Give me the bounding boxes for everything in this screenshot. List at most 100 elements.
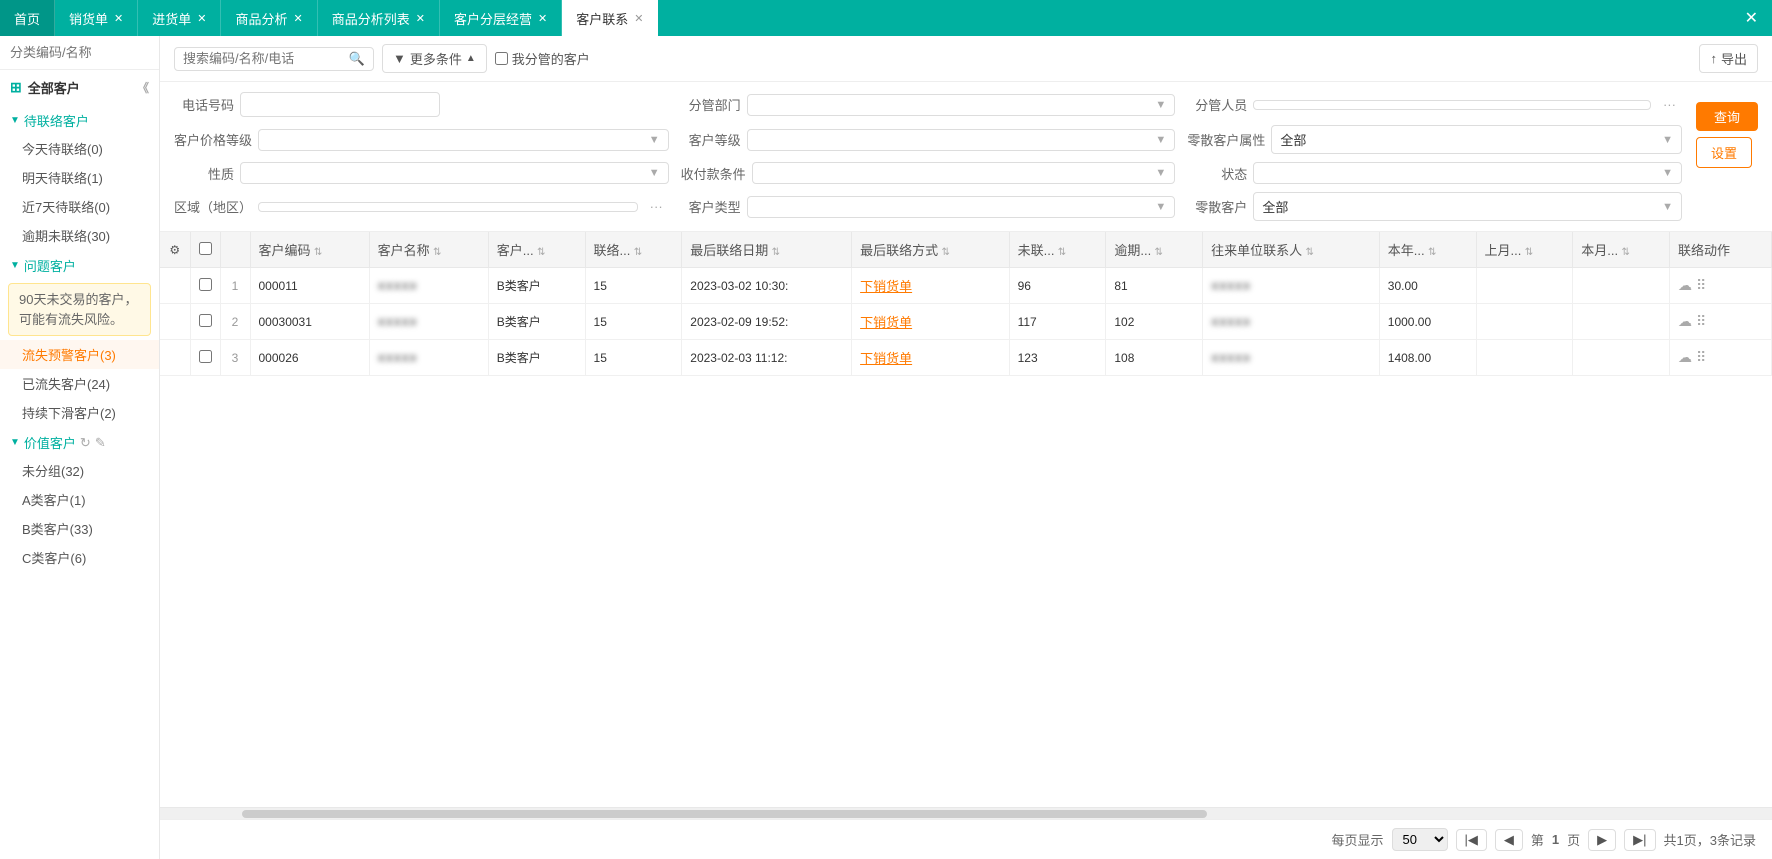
filter-payment: 收付款条件 ▼: [681, 162, 1176, 184]
row-checkbox[interactable]: [199, 350, 212, 363]
contact-action-icon[interactable]: ☁: [1678, 277, 1692, 294]
tab-customer-stratification[interactable]: 客户分层经营 ✕: [440, 0, 562, 36]
prev-page-button[interactable]: ◀: [1495, 829, 1523, 851]
col-header-this-month[interactable]: 本月... ⇅: [1573, 232, 1670, 268]
filter-gender-select[interactable]: ▼: [240, 162, 669, 184]
sidebar-item-declining[interactable]: 持续下滑客户(2): [0, 398, 159, 427]
contact-action-icon[interactable]: ☁: [1678, 313, 1692, 330]
toolbar-search-input[interactable]: [183, 51, 349, 66]
sidebar-item-ungrouped[interactable]: 未分组(32): [0, 456, 159, 485]
tab-purchase[interactable]: 进货单 ✕: [138, 0, 221, 36]
col-header-not-contacted[interactable]: 未联... ⇅: [1009, 232, 1106, 268]
filter-price-grade-select[interactable]: ▼: [258, 129, 669, 151]
col-header-contact[interactable]: 联络... ⇅: [585, 232, 682, 268]
next-page-button[interactable]: ▶: [1588, 829, 1616, 851]
filter-zero-sales-attr-select[interactable]: 全部 ▼: [1271, 125, 1682, 154]
col-header-name[interactable]: 客户名称 ⇅: [369, 232, 488, 268]
per-page-select[interactable]: 50 100 200: [1392, 828, 1448, 851]
more-action-icon[interactable]: ⠿: [1696, 349, 1706, 366]
horizontal-scrollbar[interactable]: [160, 807, 1772, 819]
more-action-icon[interactable]: ⠿: [1696, 277, 1706, 294]
tab-product-analysis-list[interactable]: 商品分析列表 ✕: [318, 0, 440, 36]
contact-action-icon[interactable]: ☁: [1678, 349, 1692, 366]
refresh-icon[interactable]: ↻: [80, 435, 91, 451]
contact-method-link[interactable]: 下销货单: [860, 315, 912, 330]
row-last-contact-method[interactable]: 下销货单: [852, 340, 1010, 376]
col-header-this-year[interactable]: 本年... ⇅: [1379, 232, 1476, 268]
filter-zero-sales-attr: 零散客户属性 全部 ▼: [1187, 125, 1682, 154]
row-last-contact-method[interactable]: 下销货单: [852, 268, 1010, 304]
row-checkbox[interactable]: [199, 278, 212, 291]
filter-payment-select[interactable]: ▼: [752, 162, 1176, 184]
close-icon[interactable]: ✕: [634, 12, 643, 25]
filter-dept-select[interactable]: ▼: [747, 94, 1176, 116]
sidebar-item-class-b[interactable]: B类客户(33): [0, 514, 159, 543]
col-header-settings[interactable]: ⚙: [160, 232, 190, 268]
group-pending-contact[interactable]: ▼ 待联络客户: [0, 105, 159, 134]
sidebar-item-overdue-contact[interactable]: 逾期未联络(30): [0, 221, 159, 250]
sidebar-search-input[interactable]: [10, 45, 160, 60]
close-icon[interactable]: ✕: [416, 12, 425, 25]
toolbar-search-icon[interactable]: 🔍: [349, 51, 365, 67]
more-action-icon[interactable]: ⠿: [1696, 313, 1706, 330]
sort-icon: ⇅: [941, 247, 949, 258]
my-customers-checkbox-label[interactable]: 我分管的客户: [495, 49, 590, 68]
group-problem-customers[interactable]: ▼ 问题客户: [0, 250, 159, 279]
col-header-overdue[interactable]: 逾期... ⇅: [1106, 232, 1203, 268]
row-checkbox[interactable]: [199, 314, 212, 327]
close-icon[interactable]: ✕: [197, 12, 206, 25]
filter-area: 电话号码 分管部门 ▼ 分管人员: [160, 82, 1772, 232]
select-all-checkbox[interactable]: [199, 242, 212, 255]
first-page-button[interactable]: |◀: [1456, 829, 1487, 851]
filter-person-dots[interactable]: ···: [1657, 97, 1682, 112]
sidebar-item-7days-pending[interactable]: 近7天待联络(0): [0, 192, 159, 221]
col-header-check[interactable]: [190, 232, 220, 268]
last-page-button[interactable]: ▶|: [1624, 829, 1655, 851]
filter-area-dots[interactable]: ···: [644, 199, 669, 214]
filter-zero-customer-select[interactable]: 全部 ▼: [1253, 192, 1682, 221]
col-header-last-contact-date[interactable]: 最后联络日期 ⇅: [682, 232, 852, 268]
window-close-button[interactable]: ✕: [1731, 8, 1772, 28]
row-last-contact-date: 2023-02-03 11:12:: [682, 340, 852, 376]
export-button[interactable]: ↑ 导出: [1699, 44, 1758, 73]
query-button[interactable]: 查询: [1696, 102, 1758, 131]
col-header-unit-contact[interactable]: 往来单位联系人 ⇅: [1203, 232, 1380, 268]
contact-method-link[interactable]: 下销货单: [860, 279, 912, 294]
scrollbar-thumb[interactable]: [242, 810, 1207, 818]
sidebar-item-churned[interactable]: 已流失客户(24): [0, 369, 159, 398]
filter-status-select[interactable]: ▼: [1253, 162, 1682, 184]
more-conditions-button[interactable]: ▼ 更多条件 ▲: [382, 44, 487, 73]
tab-product-analysis[interactable]: 商品分析 ✕: [221, 0, 317, 36]
filter-person-select[interactable]: [1253, 100, 1651, 110]
filter-customer-type-select[interactable]: ▼: [747, 196, 1176, 218]
sidebar: 🔍 ⊞ 全部客户 《 ▼ 待联络客户 今天待联络(0) 明天待联络(1) 近7天…: [0, 36, 160, 859]
sidebar-item-class-a[interactable]: A类客户(1): [0, 485, 159, 514]
sidebar-item-class-c[interactable]: C类客户(6): [0, 543, 159, 572]
row-not-contacted: 117: [1009, 304, 1106, 340]
col-header-last-contact-method[interactable]: 最后联络方式 ⇅: [852, 232, 1010, 268]
filter-icon: ▼: [393, 51, 406, 66]
contact-method-link[interactable]: 下销货单: [860, 351, 912, 366]
setting-button[interactable]: 设置: [1696, 137, 1752, 168]
all-customers-header[interactable]: ⊞ 全部客户 《: [0, 70, 159, 105]
close-icon[interactable]: ✕: [538, 12, 547, 25]
tab-customer-contact[interactable]: 客户联系 ✕: [562, 0, 658, 36]
col-header-last-month[interactable]: 上月... ⇅: [1476, 232, 1573, 268]
tab-sales[interactable]: 销货单 ✕: [55, 0, 138, 36]
group-value-customers[interactable]: ▼ 价值客户 ↻ ✎: [0, 427, 159, 456]
filter-area-select[interactable]: [258, 202, 638, 212]
filter-customer-grade-select[interactable]: ▼: [747, 129, 1176, 151]
my-customers-checkbox[interactable]: [495, 52, 508, 65]
tab-home[interactable]: 首页: [0, 0, 55, 36]
edit-icon[interactable]: ✎: [95, 435, 106, 451]
filter-row-1: 电话号码 分管部门 ▼ 分管人员: [174, 92, 1682, 117]
sidebar-item-tomorrow-pending[interactable]: 明天待联络(1): [0, 163, 159, 192]
row-last-contact-method[interactable]: 下销货单: [852, 304, 1010, 340]
close-icon[interactable]: ✕: [294, 12, 303, 25]
sidebar-item-today-pending[interactable]: 今天待联络(0): [0, 134, 159, 163]
filter-phone-input[interactable]: [240, 92, 440, 117]
close-icon[interactable]: ✕: [114, 12, 123, 25]
col-header-type[interactable]: 客户... ⇅: [488, 232, 585, 268]
col-header-code[interactable]: 客户编码 ⇅: [250, 232, 369, 268]
sidebar-item-churn-warning[interactable]: 流失预警客户(3): [0, 340, 159, 369]
